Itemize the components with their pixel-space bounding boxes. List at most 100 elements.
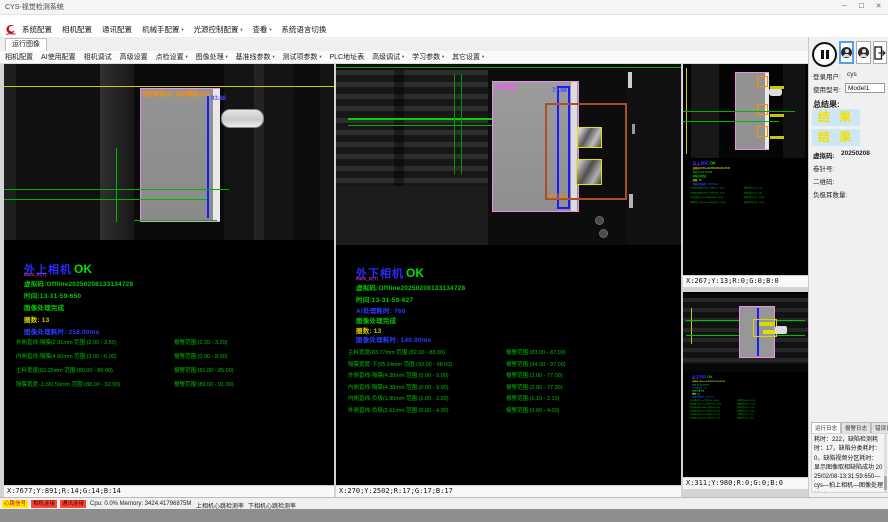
model-select[interactable]: Model1: [845, 83, 885, 93]
toolbar-item-label: 学习参数: [412, 54, 440, 61]
tab-detect-box: [757, 126, 768, 137]
time-line: 时间:13-31-59-650: [693, 170, 712, 173]
thumbnail-image-upper[interactable]: [683, 64, 808, 158]
exit-icon: [874, 46, 886, 60]
user-login-button[interactable]: [839, 41, 854, 64]
electrode-tab: [775, 326, 787, 334]
toolbar-item[interactable]: 高级设置: [120, 52, 149, 62]
turns-line: 圈数: 13: [693, 178, 702, 181]
menu-item[interactable]: 系统配置: [22, 24, 53, 35]
measurement-name: 主料宽度(83.77mm 范围:(82.00 - 88.00): [348, 348, 445, 356]
toolbar-item[interactable]: 相机配置: [5, 52, 34, 62]
measurement-name: 外侧直线-负极(2.61mm 范围:(0.60 - 4.00): [348, 406, 449, 414]
toolbar-item-label: 其它设置: [452, 54, 480, 61]
overlay-annotation: [770, 86, 784, 89]
measurement-name: 主料宽度(83.05mm 范围:(80.00 - 86.00): [16, 366, 113, 374]
menu-item[interactable]: 相机配置: [62, 24, 93, 35]
user-icon: [841, 47, 852, 58]
tab-run-image[interactable]: 运行图像: [5, 38, 47, 51]
thumbnail-text-upper: 外上相机OK MES_E(T) 虚拟码:Offline2025020813313…: [688, 160, 800, 214]
minimize-button[interactable]: ─: [837, 1, 852, 12]
menu-item[interactable]: 查看▼: [252, 24, 272, 35]
electrode-tab: [221, 109, 264, 128]
barcode-line: 虚拟码:Offline20250208133134728: [24, 278, 133, 288]
camera-panel-upper: 固定阈值:93, 动态阈值:100 93.88 外上相机OK MES_E(T) …: [4, 64, 334, 497]
log-scrollbar[interactable]: [884, 434, 887, 492]
toolbar-item[interactable]: 学习参数▼: [412, 52, 445, 62]
chevron-down-icon: ▼: [225, 54, 229, 59]
elapsed-line: 图像处理耗时: 258.00ms: [693, 182, 719, 185]
measurement-name: 隔膜宽度-下(95.24mm 范围:(93.00 - 98.00): [690, 403, 721, 405]
menu-item[interactable]: 通讯配置: [102, 24, 133, 35]
measurement-alarm: 报警范围:(0.00 - 8.00): [744, 191, 762, 194]
measurement-row: 外侧直线-负极(2.61mm 范围:(0.60 - 4.00) 报警范围:(0.…: [348, 406, 672, 418]
log-scroll-thumb[interactable]: [884, 476, 887, 490]
toolbar-item-label: AI使用配置: [41, 54, 76, 61]
toolbar-item[interactable]: AI使用配置: [41, 52, 77, 62]
machine-stripe: [294, 64, 320, 240]
time-line: 时间:13-31-59-627: [356, 294, 413, 304]
thumbnail-image-lower[interactable]: [683, 294, 808, 372]
bolt-icon: [599, 229, 608, 238]
user-manage-button[interactable]: [856, 41, 871, 64]
tab-detect-box: [577, 127, 602, 148]
elapsed-line: 图像处理耗时: 140.00ms: [356, 334, 431, 344]
barcode-line: 虚拟码:Offline20250208133134728: [356, 282, 465, 292]
toolbar-item[interactable]: PLC地址表: [330, 52, 366, 62]
measurement-name: 内侧直线-隔膜(4.60mm 范围:(3.00 - 6.00): [16, 352, 117, 360]
close-button[interactable]: ✕: [871, 1, 886, 12]
elapsed-line: 图像处理耗时: 140.00ms: [692, 395, 715, 398]
machine-highlight: [629, 194, 633, 208]
camera-status: OK: [74, 262, 92, 276]
camera-text-upper: 外上相机OK MES_E(T) 虚拟码:Offline2025020813313…: [10, 260, 334, 420]
yellow-guide-line: [691, 308, 692, 344]
measurement-name: 外侧直线-隔膜(2.91mm 范围:(2.00 - 3.50): [16, 338, 117, 346]
cursor-readout-thumb-lower: X:311;Y:980;R:0;G:0;B:0: [683, 477, 808, 489]
measurement-row: 隔膜宽度-下(95.24mm 范围:(93.00 - 98.00) 报警范围:(…: [348, 360, 672, 372]
measurement-row: 外侧直线-负极(2.61mm 范围:(0.60 - 4.00) 报警范围:(0.…: [690, 416, 787, 419]
pause-button[interactable]: [812, 42, 837, 67]
maximize-button[interactable]: ☐: [854, 1, 869, 12]
camera-image-upper[interactable]: 固定阈值:93, 动态阈值:100 93.88: [4, 64, 334, 240]
toolbar-item-label: 图像处理: [196, 54, 224, 61]
camera-text-lower: 外下相机OK MES_E(T) 虚拟码:Offline2025020813313…: [342, 264, 672, 424]
measurement-name: 主料宽度(83.77mm 范围:(82.00 - 88.00): [690, 399, 719, 401]
menu-item[interactable]: 系统语言切换: [281, 24, 327, 35]
exit-button[interactable]: [873, 41, 887, 64]
chevron-down-icon: ▼: [272, 54, 276, 59]
green-guide-line: [348, 125, 508, 126]
measurement-alarm: 报警范围:(2.20 - 3.20): [174, 338, 228, 346]
toolbar-item[interactable]: 高级调试▼: [372, 52, 405, 62]
toolbar-item[interactable]: 测试项参数▼: [283, 52, 323, 62]
menu-item-label: 机械手配置: [142, 25, 180, 34]
pin-number-label: 卷针号:: [813, 163, 834, 173]
measurement-alarm: 报警范围:(83.00 - 87.00): [737, 399, 755, 401]
toolbar-item[interactable]: 点检设置▼: [156, 52, 189, 62]
barcode-line: 虚拟码:Offline20250208133134728: [693, 166, 730, 169]
bolt-icon: [595, 216, 604, 225]
menu-item[interactable]: 机械手配置▼: [142, 24, 184, 35]
status-bar: 心跳信号 相机连接 通讯连接 Cpu: 0.0% Memory: 3424.41…: [0, 497, 888, 509]
model-label: 使用型号:: [813, 84, 841, 94]
cursor-readout-lower: X:270;Y:2502;R:17;G:17;B:17: [336, 485, 681, 497]
toolbar-item-label: 相机配置: [5, 54, 33, 61]
menu-item[interactable]: 光源控制配置▼: [193, 24, 243, 35]
measurement-name: 内侧直线-隔膜(4.60mm 范围:(3.00 - 6.00): [690, 191, 724, 194]
done-line: 图像处理完成: [693, 174, 707, 177]
toolbar-item[interactable]: 其它设置▼: [452, 52, 485, 62]
machine-stripe: [4, 64, 16, 240]
measurement-row: 内侧直线-隔膜(4.38mm 范围:(0.00 - 9.00) 报警范围:(2.…: [348, 383, 672, 395]
menu-item-label: 相机配置: [62, 25, 92, 34]
camera-image-lower[interactable]: AI检测区 73.88 检测区域: [336, 64, 681, 245]
overlay-annotation: [770, 114, 784, 117]
result-display-lower: 结 果: [812, 129, 860, 146]
done-line: 图像处理完成: [356, 315, 396, 325]
thumbnail-panel-upper: 外上相机OK MES_E(T) 虚拟码:Offline2025020813313…: [683, 64, 808, 287]
measurement-row: 主料宽度(83.05mm 范围:(80.00 - 86.00) 报警范围:(81…: [16, 366, 334, 380]
measurement-name: 隔膜宽度-上(90.56mm 范围:(88.00 - 92.00): [690, 201, 725, 204]
toolbar-item[interactable]: 相机调试: [84, 52, 113, 62]
toolbar-item-label: 基准线参数: [236, 54, 271, 61]
toolbar-item[interactable]: 图像处理▼: [196, 52, 229, 62]
negative-tab-count-label: 负极耳数量:: [813, 189, 847, 199]
toolbar-item[interactable]: 基准线参数▼: [236, 52, 276, 62]
